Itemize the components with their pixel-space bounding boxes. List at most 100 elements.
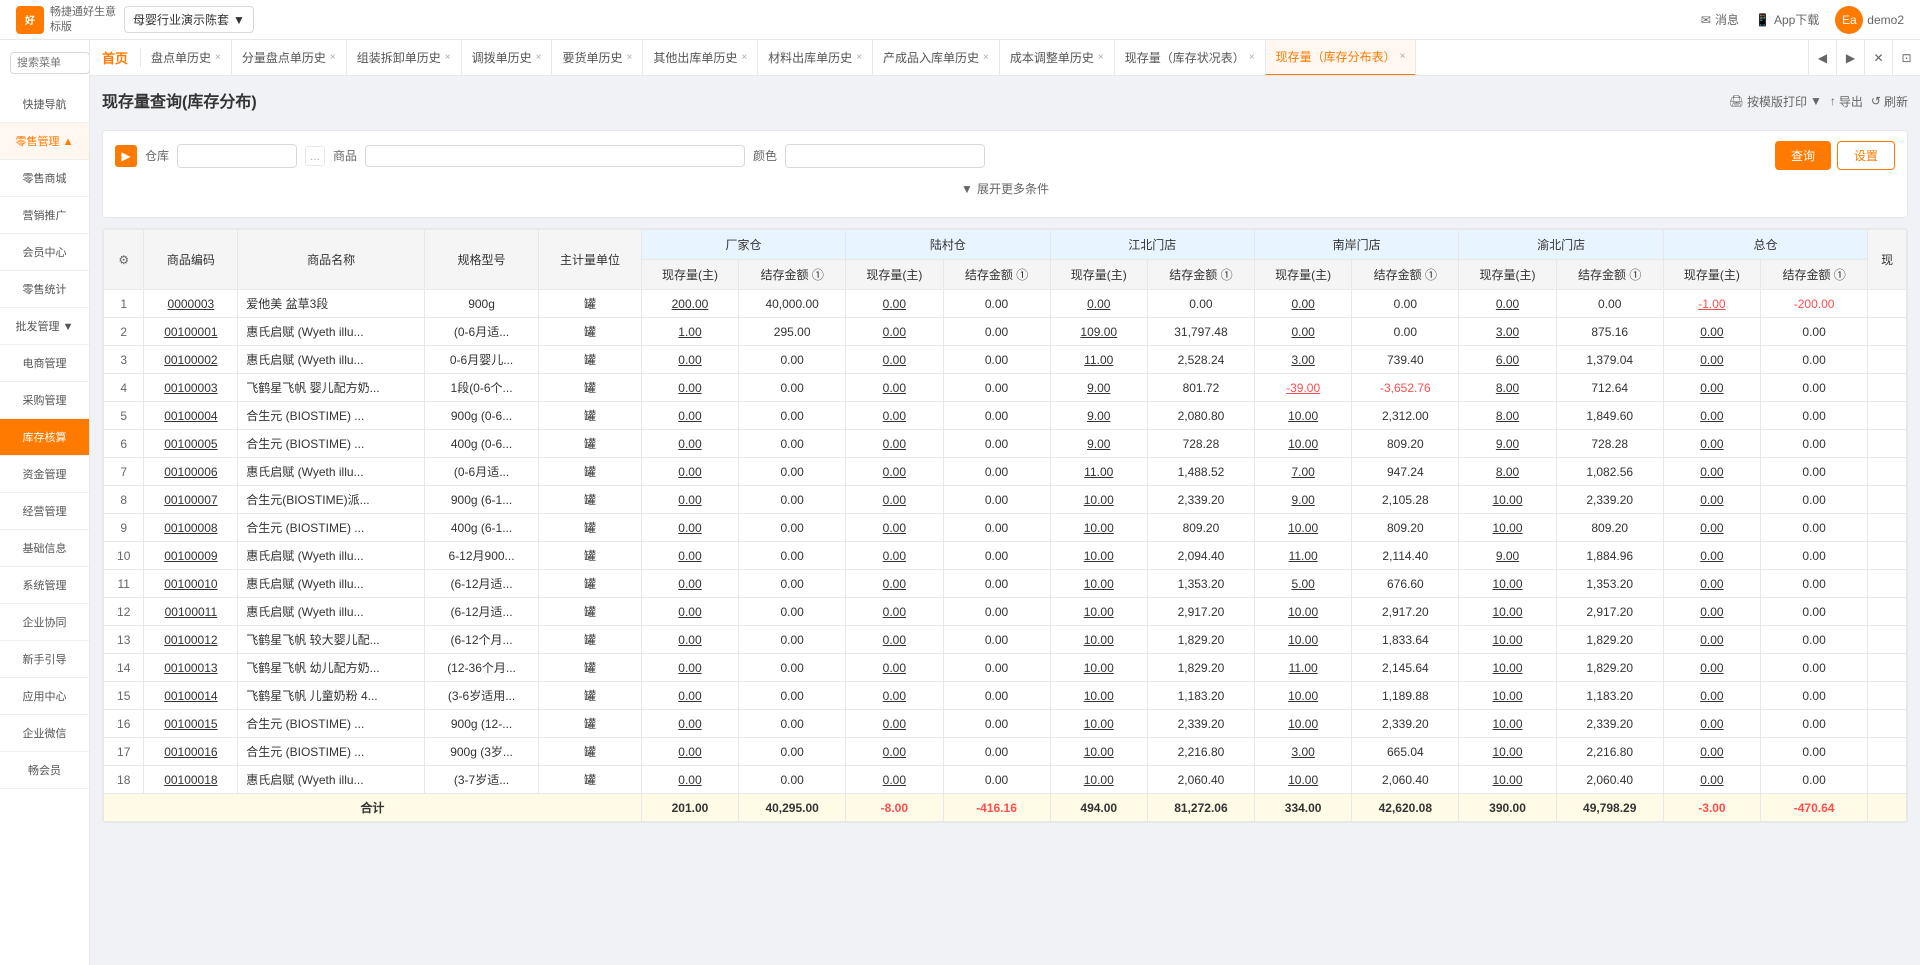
cell-c5-qty[interactable]: 10.00 [1459, 514, 1556, 542]
cell-code[interactable]: 00100014 [144, 682, 238, 710]
cell-c3-qty[interactable]: 10.00 [1050, 486, 1147, 514]
cell-tot-qty[interactable]: -1.00 [1663, 290, 1760, 318]
nav-next-btn[interactable]: ▶ [1836, 40, 1864, 76]
user-action[interactable]: Ea demo2 [1835, 6, 1904, 34]
close-icon[interactable]: × [1098, 52, 1104, 63]
cell-c2-qty[interactable]: 0.00 [846, 542, 943, 570]
cell-c4-qty[interactable]: 10.00 [1254, 626, 1351, 654]
close-icon[interactable]: × [1400, 51, 1406, 62]
cell-c1-qty[interactable]: 0.00 [641, 514, 738, 542]
sidebar-item-yingyong[interactable]: 应用中心 [0, 678, 89, 715]
cell-code[interactable]: 00100007 [144, 486, 238, 514]
cell-c5-qty[interactable]: 10.00 [1459, 570, 1556, 598]
cell-c4-qty[interactable]: 10.00 [1254, 514, 1351, 542]
store-selector[interactable]: 母婴行业演示陈套 ▼ [124, 6, 254, 33]
cell-c2-qty[interactable]: 0.00 [846, 598, 943, 626]
cell-c5-qty[interactable]: 10.00 [1459, 626, 1556, 654]
cell-tot-qty[interactable]: 0.00 [1663, 374, 1760, 402]
cell-tot-qty[interactable]: 0.00 [1663, 570, 1760, 598]
sidebar-item-lingshou[interactable]: 零售管理 ▲ [0, 123, 89, 160]
tab-xiancunliang-dist[interactable]: 现存量（库存分布表） × [1266, 40, 1417, 76]
query-button[interactable]: 查询 [1775, 141, 1831, 170]
cell-code[interactable]: 0000003 [144, 290, 238, 318]
cell-c2-qty[interactable]: 0.00 [846, 654, 943, 682]
cell-c1-qty[interactable]: 0.00 [641, 486, 738, 514]
cell-tot-qty[interactable]: 0.00 [1663, 458, 1760, 486]
cell-c4-qty[interactable]: -39.00 [1254, 374, 1351, 402]
th-gear[interactable]: ⚙ [104, 230, 144, 290]
nav-close-btn[interactable]: ✕ [1864, 40, 1892, 76]
cell-c2-qty[interactable]: 0.00 [846, 570, 943, 598]
cell-c4-qty[interactable]: 0.00 [1254, 318, 1351, 346]
cell-code[interactable]: 00100011 [144, 598, 238, 626]
tab-chuku[interactable]: 其他出库单历史 × [643, 40, 758, 76]
sidebar-item-wechat[interactable]: 企业微信 [0, 715, 89, 752]
cell-c4-qty[interactable]: 5.00 [1254, 570, 1351, 598]
sidebar-item-huiyuan[interactable]: 会员中心 [0, 234, 89, 271]
close-icon[interactable]: × [445, 52, 451, 63]
tab-diaopo[interactable]: 调拨单历史 × [462, 40, 553, 76]
close-icon[interactable]: × [856, 52, 862, 63]
cell-c2-qty[interactable]: 0.00 [846, 402, 943, 430]
cell-c1-qty[interactable]: 0.00 [641, 430, 738, 458]
sidebar-item-qiye[interactable]: 企业协同 [0, 604, 89, 641]
cell-tot-qty[interactable]: 0.00 [1663, 318, 1760, 346]
cell-c5-qty[interactable]: 8.00 [1459, 458, 1556, 486]
cell-c1-qty[interactable]: 0.00 [641, 346, 738, 374]
cell-c1-qty[interactable]: 200.00 [641, 290, 738, 318]
cell-c5-qty[interactable]: 10.00 [1459, 710, 1556, 738]
product-input[interactable]: babycare孕妇待产包 春季入院全套母子组合孕妇产后冬季月子用品 22件套 … [365, 145, 745, 167]
close-icon[interactable]: × [1249, 52, 1255, 63]
cell-c3-qty[interactable]: 9.00 [1050, 374, 1147, 402]
nav-prev-btn[interactable]: ◀ [1808, 40, 1836, 76]
cell-code[interactable]: 00100015 [144, 710, 238, 738]
cell-tot-qty[interactable]: 0.00 [1663, 654, 1760, 682]
cell-code[interactable]: 00100016 [144, 738, 238, 766]
cell-c5-qty[interactable]: 8.00 [1459, 374, 1556, 402]
sidebar-item-lingshoutongji[interactable]: 零售统计 [0, 271, 89, 308]
cell-c3-qty[interactable]: 109.00 [1050, 318, 1147, 346]
cell-code[interactable]: 00100009 [144, 542, 238, 570]
tab-yaohuo[interactable]: 要货单历史 × [552, 40, 643, 76]
warehouse-dots-btn[interactable]: ... [305, 146, 325, 166]
cell-code[interactable]: 00100001 [144, 318, 238, 346]
filter-toggle-btn[interactable]: ▶ [115, 145, 137, 167]
cell-c1-qty[interactable]: 0.00 [641, 682, 738, 710]
message-action[interactable]: ✉ 消息 [1701, 11, 1739, 28]
cell-tot-qty[interactable]: 0.00 [1663, 682, 1760, 710]
cell-c3-qty[interactable]: 10.00 [1050, 514, 1147, 542]
cell-tot-qty[interactable]: 0.00 [1663, 626, 1760, 654]
close-icon[interactable]: × [983, 52, 989, 63]
cell-c5-qty[interactable]: 10.00 [1459, 682, 1556, 710]
cell-code[interactable]: 00100005 [144, 430, 238, 458]
cell-tot-qty[interactable]: 0.00 [1663, 514, 1760, 542]
cell-c4-qty[interactable]: 10.00 [1254, 430, 1351, 458]
cell-c1-qty[interactable]: 0.00 [641, 570, 738, 598]
cell-c1-qty[interactable]: 0.00 [641, 542, 738, 570]
cell-c1-qty[interactable]: 0.00 [641, 710, 738, 738]
expand-conditions-btn[interactable]: ▼ 展开更多条件 [953, 178, 1057, 199]
cell-c3-qty[interactable]: 9.00 [1050, 402, 1147, 430]
cell-c2-qty[interactable]: 0.00 [846, 766, 943, 794]
cell-c1-qty[interactable]: 0.00 [641, 598, 738, 626]
cell-c5-qty[interactable]: 3.00 [1459, 318, 1556, 346]
cell-c4-qty[interactable]: 10.00 [1254, 710, 1351, 738]
close-icon[interactable]: × [536, 52, 542, 63]
close-icon[interactable]: × [215, 52, 221, 63]
cell-code[interactable]: 00100006 [144, 458, 238, 486]
cell-tot-qty[interactable]: 0.00 [1663, 598, 1760, 626]
tab-zuzhuang[interactable]: 组装拆卸单历史 × [347, 40, 462, 76]
sidebar-item-changhui[interactable]: 畅会员 [0, 752, 89, 789]
cell-code[interactable]: 00100018 [144, 766, 238, 794]
cell-c5-qty[interactable]: 9.00 [1459, 430, 1556, 458]
tab-kucun-state[interactable]: 成本调整单历史 × [1000, 40, 1115, 76]
cell-c5-qty[interactable]: 10.00 [1459, 654, 1556, 682]
cell-c3-qty[interactable]: 0.00 [1050, 290, 1147, 318]
sidebar-item-yingxiao[interactable]: 营销推广 [0, 197, 89, 234]
cell-c4-qty[interactable]: 3.00 [1254, 738, 1351, 766]
cell-c5-qty[interactable]: 8.00 [1459, 402, 1556, 430]
refresh-action[interactable]: ↺ 刷新 [1871, 93, 1908, 110]
cell-c2-qty[interactable]: 0.00 [846, 318, 943, 346]
color-input[interactable] [785, 144, 985, 168]
sidebar-item-kuaijie[interactable]: 快捷导航 [0, 86, 89, 123]
